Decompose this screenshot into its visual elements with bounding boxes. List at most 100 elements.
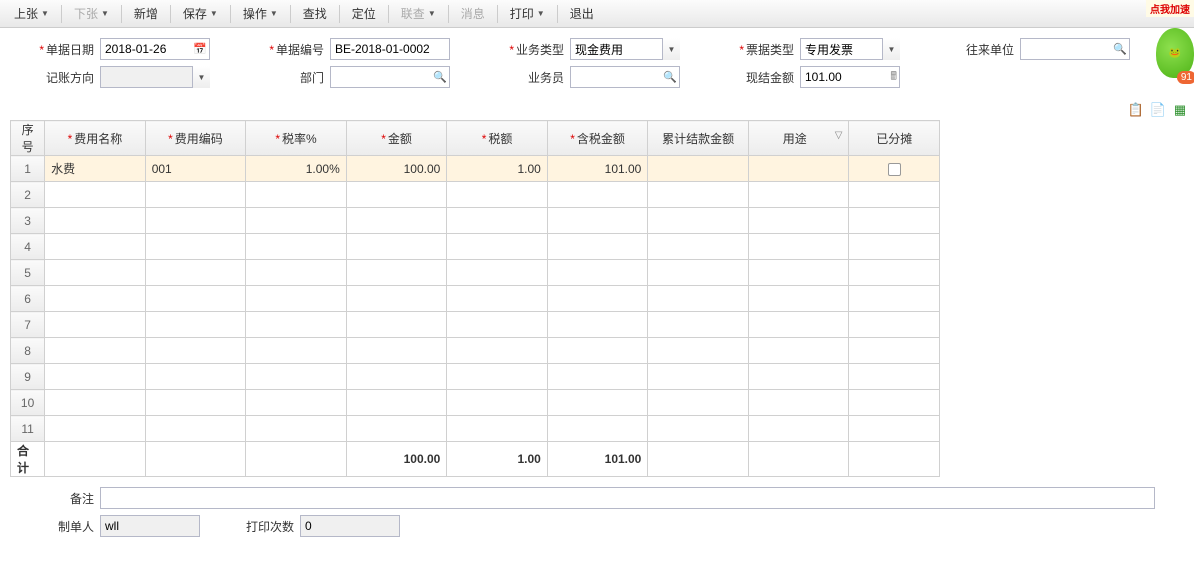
footer-label: 合计 — [11, 442, 45, 477]
grid-header-row: 序号 *费用名称 *费用编码 *税率% *金额 *税额 *含税金额 累计结款金额… — [11, 121, 940, 156]
exit-button[interactable]: 退出 — [562, 2, 602, 25]
separator — [290, 5, 291, 23]
cell-settled[interactable] — [648, 156, 749, 182]
bill-no-label: *单据编号 — [240, 41, 330, 58]
row-seq: 9 — [11, 364, 45, 390]
remark-input[interactable] — [100, 487, 1155, 509]
grid: 序号 *费用名称 *费用编码 *税率% *金额 *税额 *含税金额 累计结款金额… — [10, 120, 1184, 477]
table-row[interactable]: 1水费0011.00%100.001.00101.00 — [11, 156, 940, 182]
cell-code[interactable]: 001 — [145, 156, 246, 182]
row-seq: 2 — [11, 182, 45, 208]
table-row[interactable]: 7 — [11, 312, 940, 338]
col-seq: 序号 — [11, 121, 45, 156]
row-seq: 6 — [11, 286, 45, 312]
table-row[interactable]: 5 — [11, 260, 940, 286]
toolbar: 上张▼ 下张▼ 新增 保存▼ 操作▼ 查找 定位 联查▼ 消息 打印▼ 退出 — [0, 0, 1194, 28]
paste-icon[interactable]: 📄 — [1150, 102, 1166, 118]
cell-total[interactable]: 101.00 — [547, 156, 648, 182]
dropdown-arrow-icon: ▼ — [537, 9, 545, 18]
col-settled[interactable]: 累计结款金额 — [648, 121, 749, 156]
row-seq: 4 — [11, 234, 45, 260]
end-amount-input[interactable] — [800, 66, 900, 88]
row-seq: 8 — [11, 338, 45, 364]
add-button[interactable]: 新增 — [126, 2, 166, 25]
col-allocated[interactable]: 已分摊 — [849, 121, 940, 156]
grid-footer-row: 合计 100.00 1.00 101.00 — [11, 442, 940, 477]
table-row[interactable]: 4 — [11, 234, 940, 260]
cell-tax[interactable]: 1.00 — [447, 156, 548, 182]
maker-label: 制单人 — [10, 518, 100, 535]
row-seq: 5 — [11, 260, 45, 286]
separator — [61, 5, 62, 23]
col-tax[interactable]: *税额 — [447, 121, 548, 156]
remark-label: 备注 — [10, 490, 100, 507]
prev-button[interactable]: 上张▼ — [6, 2, 57, 25]
partner-input[interactable] — [1020, 38, 1130, 60]
clerk-input[interactable] — [570, 66, 680, 88]
copy-icon[interactable]: 📋 — [1128, 102, 1144, 118]
end-amount-label: 现结金额 — [710, 69, 800, 86]
table-row[interactable]: 6 — [11, 286, 940, 312]
table-row[interactable]: 11 — [11, 416, 940, 442]
col-code[interactable]: *费用编码 — [145, 121, 246, 156]
cell-allocated[interactable] — [849, 156, 940, 182]
clerk-label: 业务员 — [480, 69, 570, 86]
find-button[interactable]: 查找 — [295, 2, 335, 25]
footer-total: 101.00 — [547, 442, 648, 477]
print-count-label: 打印次数 — [230, 518, 300, 535]
row-seq: 10 — [11, 390, 45, 416]
print-button[interactable]: 打印▼ — [502, 2, 553, 25]
form-header: *单据日期 📅 *单据编号 *业务类型 ▼ *票据类型 ▼ 往来单位 🔍 记账方… — [0, 28, 1194, 100]
chevron-down-icon: ▼ — [662, 38, 680, 60]
cell-name[interactable]: 水费 — [45, 156, 146, 182]
biz-type-label: *业务类型 — [480, 41, 570, 58]
separator — [170, 5, 171, 23]
next-button: 下张▼ — [66, 2, 117, 25]
footer-amount: 100.00 — [346, 442, 447, 477]
row-seq: 7 — [11, 312, 45, 338]
dropdown-arrow-icon: ▼ — [41, 9, 49, 18]
dept-input[interactable] — [330, 66, 450, 88]
grid-toolbar: 📋 📄 ▦ — [0, 100, 1194, 120]
checkbox-icon[interactable] — [888, 163, 901, 176]
footer-tax: 1.00 — [447, 442, 548, 477]
notification-badge: 91 — [1177, 71, 1194, 84]
save-button[interactable]: 保存▼ — [175, 2, 226, 25]
chevron-down-icon: ▼ — [192, 66, 210, 88]
link-button: 联查▼ — [393, 2, 444, 25]
table-row[interactable]: 9 — [11, 364, 940, 390]
separator — [121, 5, 122, 23]
bill-date-input[interactable] — [100, 38, 210, 60]
dropdown-arrow-icon: ▼ — [270, 9, 278, 18]
separator — [448, 5, 449, 23]
cell-rate[interactable]: 1.00% — [246, 156, 347, 182]
col-usage[interactable]: 用途▽ — [748, 121, 849, 156]
form-footer: 备注 制单人 打印次数 — [0, 477, 1194, 537]
col-name[interactable]: *费用名称 — [45, 121, 146, 156]
separator — [497, 5, 498, 23]
export-excel-icon[interactable]: ▦ — [1172, 102, 1188, 118]
separator — [339, 5, 340, 23]
table-row[interactable]: 3 — [11, 208, 940, 234]
table-row[interactable]: 2 — [11, 182, 940, 208]
col-amount[interactable]: *金额 — [346, 121, 447, 156]
operate-button[interactable]: 操作▼ — [235, 2, 286, 25]
mascot-icon[interactable]: 🐸 91 — [1156, 28, 1194, 78]
col-rate[interactable]: *税率% — [246, 121, 347, 156]
col-total[interactable]: *含税金额 — [547, 121, 648, 156]
dropdown-arrow-icon: ▼ — [210, 9, 218, 18]
invoice-type-label: *票据类型 — [710, 41, 800, 58]
table-row[interactable]: 8 — [11, 338, 940, 364]
partner-label: 往来单位 — [930, 41, 1020, 58]
separator — [557, 5, 558, 23]
dept-label: 部门 — [240, 69, 330, 86]
cell-amount[interactable]: 100.00 — [346, 156, 447, 182]
separator — [388, 5, 389, 23]
locate-button[interactable]: 定位 — [344, 2, 384, 25]
bill-date-label: *单据日期 — [10, 41, 100, 58]
accelerator-link[interactable]: 点我加速 — [1146, 0, 1194, 17]
filter-icon: ▽ — [835, 130, 843, 141]
table-row[interactable]: 10 — [11, 390, 940, 416]
bill-no-input[interactable] — [330, 38, 450, 60]
cell-usage[interactable] — [748, 156, 849, 182]
